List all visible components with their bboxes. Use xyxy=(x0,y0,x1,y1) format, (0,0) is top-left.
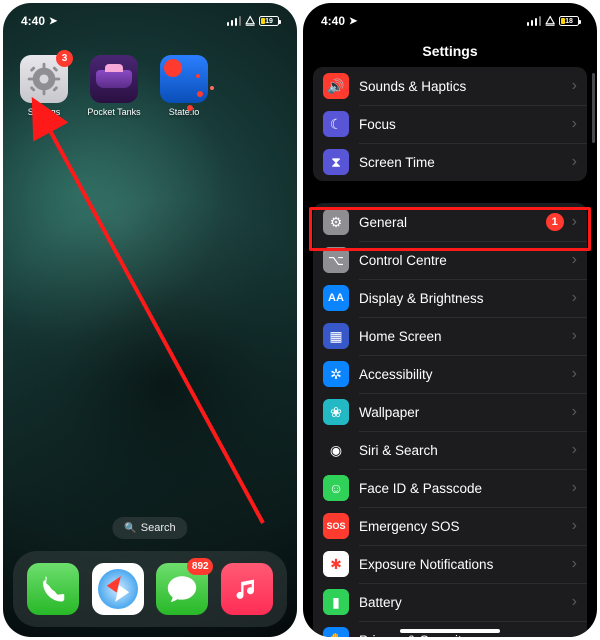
app-settings[interactable]: 3 Settings xyxy=(15,55,73,117)
settings-list[interactable]: 🔊 Sounds & Haptics › ☾ Focus › ⧗ Screen … xyxy=(303,67,597,637)
battery-indicator: 19 xyxy=(259,16,279,26)
sos-icon: SOS xyxy=(323,513,349,539)
settings-icon: 3 xyxy=(20,55,68,103)
annotation-highlight xyxy=(309,207,591,251)
app-state-io[interactable]: State.io xyxy=(155,55,213,117)
row-sounds-haptics[interactable]: 🔊 Sounds & Haptics › xyxy=(313,67,587,105)
location-icon: ➤ xyxy=(349,16,357,27)
row-battery[interactable]: ▮ Battery › xyxy=(313,583,587,621)
dock-safari[interactable] xyxy=(92,563,144,615)
dock-music[interactable] xyxy=(221,563,273,615)
row-label: Sounds & Haptics xyxy=(359,79,572,94)
settings-group-2: ⚙ General 1 › ⌥ Control Centre › AA Disp… xyxy=(313,203,587,637)
chevron-right-icon: › xyxy=(572,479,577,497)
status-time: 4:40 xyxy=(321,14,345,28)
badge: 892 xyxy=(187,558,213,575)
row-home-screen[interactable]: ▦ Home Screen › xyxy=(313,317,587,355)
row-screen-time[interactable]: ⧗ Screen Time › xyxy=(313,143,587,181)
location-icon: ➤ xyxy=(49,16,57,27)
row-wallpaper[interactable]: ❀ Wallpaper › xyxy=(313,393,587,431)
chevron-right-icon: › xyxy=(572,115,577,133)
badge: 3 xyxy=(56,50,73,67)
row-label: Display & Brightness xyxy=(359,291,572,306)
grid-icon: ▦ xyxy=(323,323,349,349)
flower-icon: ❀ xyxy=(323,399,349,425)
chevron-right-icon: › xyxy=(572,403,577,421)
search-icon: 🔍 xyxy=(124,523,136,534)
chevron-right-icon: › xyxy=(572,593,577,611)
wifi-icon: ⧋ xyxy=(545,15,555,28)
dock-phone[interactable] xyxy=(27,563,79,615)
pocket-tanks-icon xyxy=(90,55,138,103)
chevron-right-icon: › xyxy=(572,289,577,307)
page-title: Settings xyxy=(303,39,597,69)
chevron-right-icon: › xyxy=(572,631,577,637)
row-faceid-passcode[interactable]: ☺ Face ID & Passcode › xyxy=(313,469,587,507)
row-exposure-notifications[interactable]: ✱ Exposure Notifications › xyxy=(313,545,587,583)
chevron-right-icon: › xyxy=(572,441,577,459)
row-label: Siri & Search xyxy=(359,443,572,458)
dock: 892 xyxy=(13,551,287,627)
accessibility-icon: ✲ xyxy=(323,361,349,387)
state-io-icon xyxy=(160,55,208,103)
row-label: Privacy & Security xyxy=(359,633,572,638)
row-label: Exposure Notifications xyxy=(359,557,572,572)
status-bar: 4:40 ➤ ⧋ 18 xyxy=(303,3,597,39)
chevron-right-icon: › xyxy=(572,555,577,573)
row-siri-search[interactable]: ◉ Siri & Search › xyxy=(313,431,587,469)
spotlight-search[interactable]: 🔍 Search xyxy=(112,517,187,539)
row-label: Face ID & Passcode xyxy=(359,481,572,496)
row-emergency-sos[interactable]: SOS Emergency SOS › xyxy=(313,507,587,545)
chevron-right-icon: › xyxy=(572,365,577,383)
hand-icon: ✋ xyxy=(323,627,349,637)
text-size-icon: AA xyxy=(323,285,349,311)
cell-signal-icon xyxy=(227,16,242,26)
chevron-right-icon: › xyxy=(572,77,577,95)
row-label: Home Screen xyxy=(359,329,572,344)
app-grid: 3 Settings Pocket Tanks State.io xyxy=(15,55,213,117)
status-time: 4:40 xyxy=(21,14,45,28)
exposure-icon: ✱ xyxy=(323,551,349,577)
wifi-icon: ⧋ xyxy=(245,15,255,28)
chevron-right-icon: › xyxy=(572,517,577,535)
home-indicator[interactable] xyxy=(400,629,500,633)
row-display-brightness[interactable]: AA Display & Brightness › xyxy=(313,279,587,317)
faceid-icon: ☺ xyxy=(323,475,349,501)
status-bar: 4:40 ➤ ⧋ 19 xyxy=(3,3,297,39)
row-label: Control Centre xyxy=(359,253,572,268)
settings-group-1: 🔊 Sounds & Haptics › ☾ Focus › ⧗ Screen … xyxy=(313,67,587,181)
row-label: Battery xyxy=(359,595,572,610)
speaker-icon: 🔊 xyxy=(323,73,349,99)
siri-icon: ◉ xyxy=(323,437,349,463)
settings-screen: 4:40 ➤ ⧋ 18 Settings 🔊 Sounds & Haptics … xyxy=(303,3,597,637)
search-label: Search xyxy=(141,522,176,534)
row-label: Focus xyxy=(359,117,572,132)
row-focus[interactable]: ☾ Focus › xyxy=(313,105,587,143)
app-label: State.io xyxy=(169,107,200,117)
chevron-right-icon: › xyxy=(572,251,577,269)
battery-indicator: 18 xyxy=(559,16,579,26)
chevron-right-icon: › xyxy=(572,327,577,345)
row-label: Wallpaper xyxy=(359,405,572,420)
battery-icon: ▮ xyxy=(323,589,349,615)
app-label: Settings xyxy=(28,107,61,117)
row-label: Accessibility xyxy=(359,367,572,382)
chevron-right-icon: › xyxy=(572,153,577,171)
row-label: Emergency SOS xyxy=(359,519,572,534)
home-screen: 4:40 ➤ ⧋ 19 3 Settings Pocket Tanks Stat… xyxy=(3,3,297,637)
app-pocket-tanks[interactable]: Pocket Tanks xyxy=(85,55,143,117)
hourglass-icon: ⧗ xyxy=(323,149,349,175)
dock-messages[interactable]: 892 xyxy=(156,563,208,615)
row-label: Screen Time xyxy=(359,155,572,170)
app-label: Pocket Tanks xyxy=(87,107,140,117)
cell-signal-icon xyxy=(527,16,542,26)
row-accessibility[interactable]: ✲ Accessibility › xyxy=(313,355,587,393)
moon-icon: ☾ xyxy=(323,111,349,137)
